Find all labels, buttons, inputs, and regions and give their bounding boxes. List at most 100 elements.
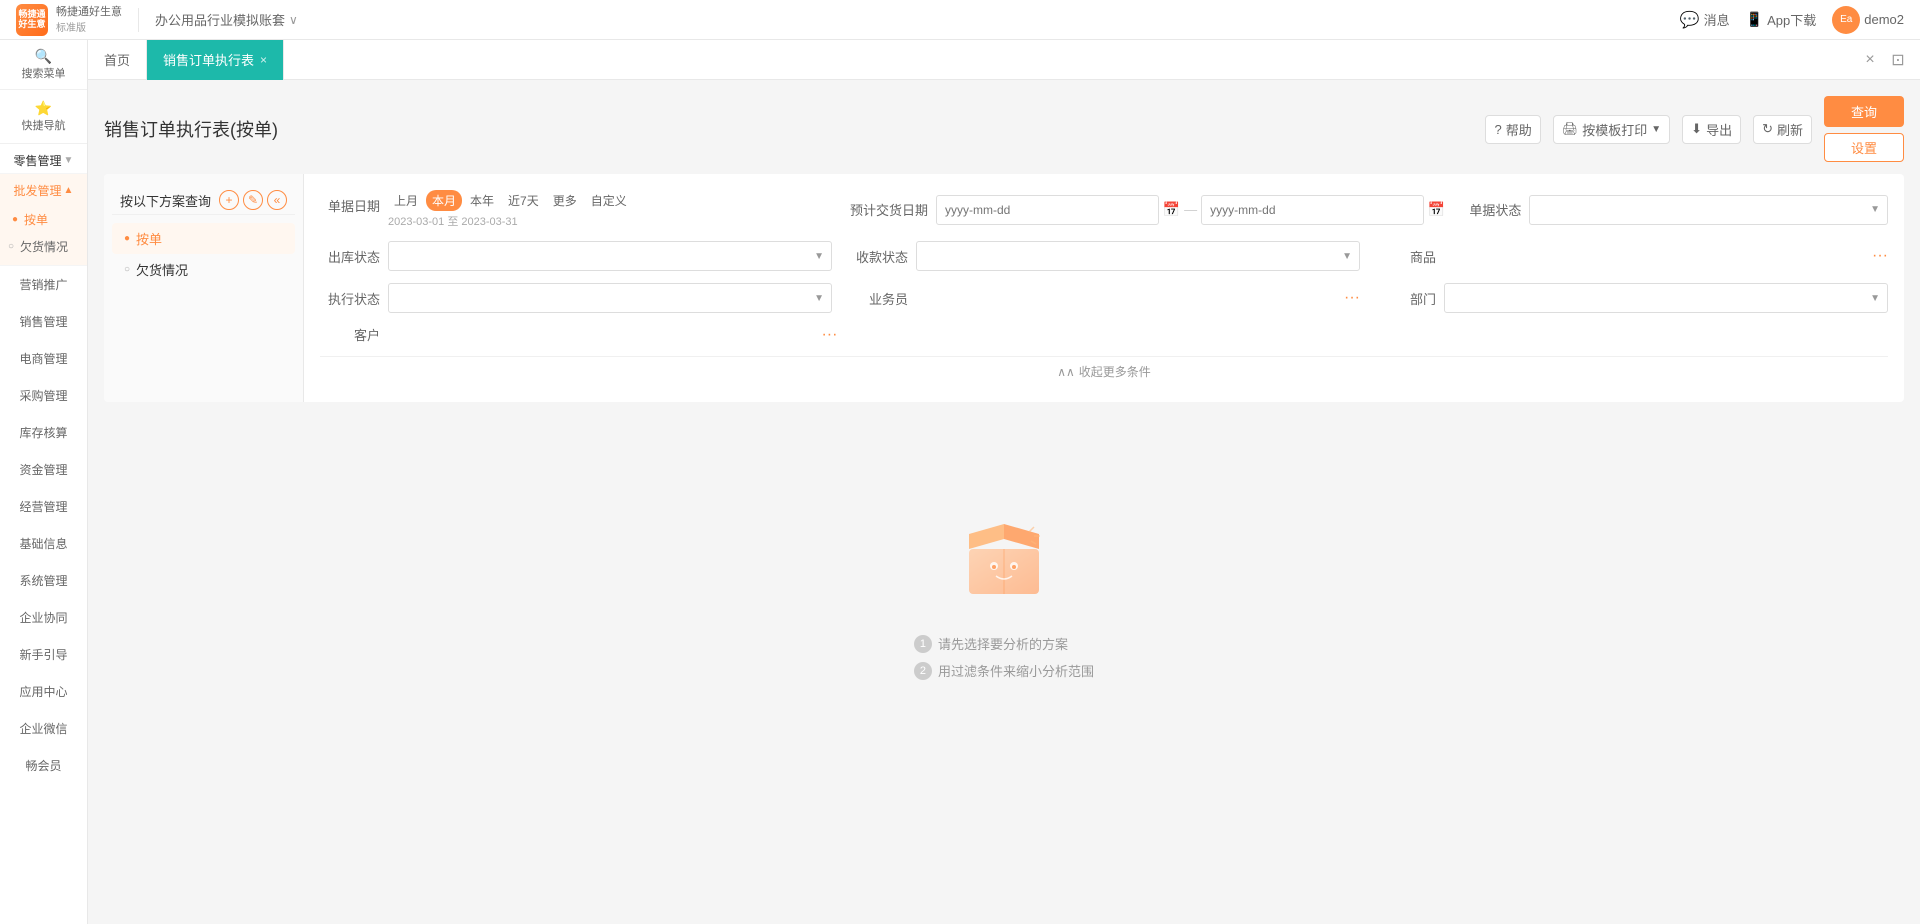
tab-sales-order[interactable]: 销售订单执行表 × — [147, 40, 284, 80]
sidebar-item-app-center[interactable]: 应用中心 — [0, 673, 87, 710]
sidebar-group-wholesale: 批发管理 ▲ ● 按单 ○ 欠货情况 — [0, 174, 87, 266]
date-tag-this-year[interactable]: 本年 — [464, 190, 500, 211]
message-btn[interactable]: 💬 消息 — [1680, 10, 1730, 30]
export-icon: ⬇ — [1691, 121, 1702, 137]
print-icon: 🖨 — [1562, 121, 1579, 137]
dept-wrapper: ▼ — [1444, 283, 1888, 313]
sidebar-quick-nav[interactable]: ⭐ 快捷导航 — [0, 90, 87, 144]
app-center-label: 应用中心 — [4, 683, 83, 700]
sub-item-label: 按单 — [24, 211, 48, 228]
tab-home[interactable]: 首页 — [88, 40, 147, 80]
filter-left-actions: + ✎ « — [219, 190, 287, 210]
sidebar-item-basic-info[interactable]: 基础信息 — [0, 525, 87, 562]
sub-item-backorder[interactable]: ○ 欠货情况 — [0, 232, 87, 261]
collapse-bar[interactable]: ∧∧ 收起更多条件 — [320, 356, 1888, 386]
status-select-wrapper: ▼ — [1529, 195, 1888, 225]
filter-dept: 部门 ▼ — [1376, 283, 1888, 313]
page-title: 销售订单执行表(按单) — [104, 116, 278, 142]
sub-item-by-order[interactable]: ● 按单 — [0, 207, 87, 232]
dept-label: 部门 — [1376, 289, 1436, 308]
logo-icon: 畅捷通好生意 — [16, 4, 48, 36]
receive-status-select[interactable] — [916, 241, 1360, 271]
date-tag-7days[interactable]: 近7天 — [502, 190, 545, 211]
add-scheme-btn[interactable]: + — [219, 190, 239, 210]
sidebar-item-system[interactable]: 系统管理 — [0, 562, 87, 599]
template-print-btn[interactable]: 🖨 按模板打印 ▼ — [1553, 115, 1670, 144]
sidebar-item-wholesale[interactable]: 批发管理 ▲ — [0, 174, 87, 203]
forecast-date-from[interactable] — [936, 195, 1159, 225]
goods-more-btn[interactable]: ··· — [1872, 247, 1888, 265]
refresh-btn[interactable]: ↻ 刷新 — [1753, 115, 1812, 144]
tab-bar: 首页 销售订单执行表 × × ⊡ — [88, 40, 1920, 80]
empty-illustration — [944, 494, 1064, 614]
empty-tip-1: 1 请先选择要分析的方案 — [914, 634, 1094, 653]
forecast-date-from-icon[interactable]: 📅 — [1163, 201, 1180, 218]
sidebar-item-retail[interactable]: 零售管理 ▼ — [0, 144, 87, 173]
quick-nav-label: 快捷导航 — [4, 117, 83, 133]
sidebar-item-operations[interactable]: 经营管理 — [0, 488, 87, 525]
sidebar-item-newbie[interactable]: 新手引导 — [0, 636, 87, 673]
date-tag-this-month[interactable]: 本月 — [426, 190, 462, 211]
sidebar-search-menu[interactable]: 🔍 搜索菜单 — [0, 40, 87, 90]
ecommerce-label: 电商管理 — [4, 350, 83, 367]
filter-receive-status: 收款状态 ▼ — [848, 241, 1360, 271]
date-tag-custom[interactable]: 自定义 — [585, 190, 633, 211]
customer-more-btn[interactable]: ··· — [821, 326, 837, 344]
settings-btn[interactable]: 设置 — [1824, 133, 1904, 162]
help-btn[interactable]: ? 帮助 — [1485, 115, 1540, 144]
date-tag-more[interactable]: 更多 — [547, 190, 583, 211]
out-status-select[interactable] — [388, 241, 832, 271]
member-label: 畅会员 — [4, 757, 83, 774]
date-label: 单据日期 — [320, 190, 380, 215]
tab-close-btn[interactable]: × — [260, 53, 267, 67]
sidebar-item-sales[interactable]: 销售管理 — [0, 303, 87, 340]
date-tag-last-month[interactable]: 上月 — [388, 190, 424, 211]
scheme-label-2: 欠货情况 — [136, 260, 188, 279]
sidebar-item-marketing[interactable]: 营销推广 — [0, 266, 87, 303]
help-label: 帮助 — [1506, 120, 1532, 139]
tip-num-2: 2 — [914, 662, 932, 680]
sidebar-item-inventory[interactable]: 库存核算 — [0, 414, 87, 451]
scheme-by-order[interactable]: ● 按单 — [112, 223, 295, 254]
refresh-icon: ↻ — [1762, 121, 1773, 137]
salesman-label: 业务员 — [848, 289, 908, 308]
collapse-label: 收起更多条件 — [1079, 363, 1151, 380]
operations-label: 经营管理 — [4, 498, 83, 515]
collapse-scheme-btn[interactable]: « — [267, 190, 287, 210]
sidebar-item-member[interactable]: 畅会员 — [0, 747, 87, 784]
sidebar-item-enterprise[interactable]: 企业协同 — [0, 599, 87, 636]
sidebar-item-finance[interactable]: 资金管理 — [0, 451, 87, 488]
forecast-date-to-icon[interactable]: 📅 — [1428, 201, 1445, 218]
edit-scheme-btn[interactable]: ✎ — [243, 190, 263, 210]
basic-info-label: 基础信息 — [4, 535, 83, 552]
dept-select[interactable] — [1444, 283, 1888, 313]
sidebar-item-ecommerce[interactable]: 电商管理 — [0, 340, 87, 377]
app-download-btn[interactable]: 📱 App下载 — [1746, 10, 1817, 29]
print-arrow: ▼ — [1651, 124, 1661, 135]
tab-restore-btn[interactable]: ⊡ — [1888, 50, 1908, 70]
empty-tips: 1 请先选择要分析的方案 2 用过滤条件来缩小分析范围 — [914, 634, 1094, 688]
forecast-date-to[interactable] — [1201, 195, 1424, 225]
sidebar-item-enterprise-wechat[interactable]: 企业微信 — [0, 710, 87, 747]
sidebar-item-purchase[interactable]: 采购管理 — [0, 377, 87, 414]
date-field-content: 上月 本月 本年 近7天 更多 自定义 2023-03-01 至 2023-03… — [388, 190, 832, 229]
exec-status-select[interactable] — [388, 283, 832, 313]
tab-window-actions: × ⊡ — [1860, 50, 1920, 70]
logo-text: 畅捷通好生意 — [56, 5, 122, 19]
export-btn[interactable]: ⬇ 导出 — [1682, 115, 1741, 144]
tab-close-window-btn[interactable]: × — [1860, 50, 1880, 70]
scheme-label-1: 按单 — [136, 229, 162, 248]
tip-text-1: 请先选择要分析的方案 — [938, 634, 1068, 653]
wholesale-label: 批发管理 — [14, 182, 62, 199]
status-select[interactable] — [1529, 195, 1888, 225]
search-btn[interactable]: 查询 — [1824, 96, 1904, 127]
tab-sales-order-label: 销售订单执行表 — [163, 50, 254, 69]
exec-status-label: 执行状态 — [320, 289, 380, 308]
scheme-backorder[interactable]: ○ 欠货情况 — [112, 254, 295, 285]
breadcrumb[interactable]: 办公用品行业模拟账套 ∨ — [155, 10, 298, 29]
message-icon: 💬 — [1680, 10, 1700, 30]
enterprise-label: 企业协同 — [4, 609, 83, 626]
breadcrumb-text: 办公用品行业模拟账套 — [155, 10, 285, 29]
salesman-more-btn[interactable]: ··· — [1344, 289, 1360, 307]
user-area[interactable]: Ea demo2 — [1832, 6, 1904, 34]
